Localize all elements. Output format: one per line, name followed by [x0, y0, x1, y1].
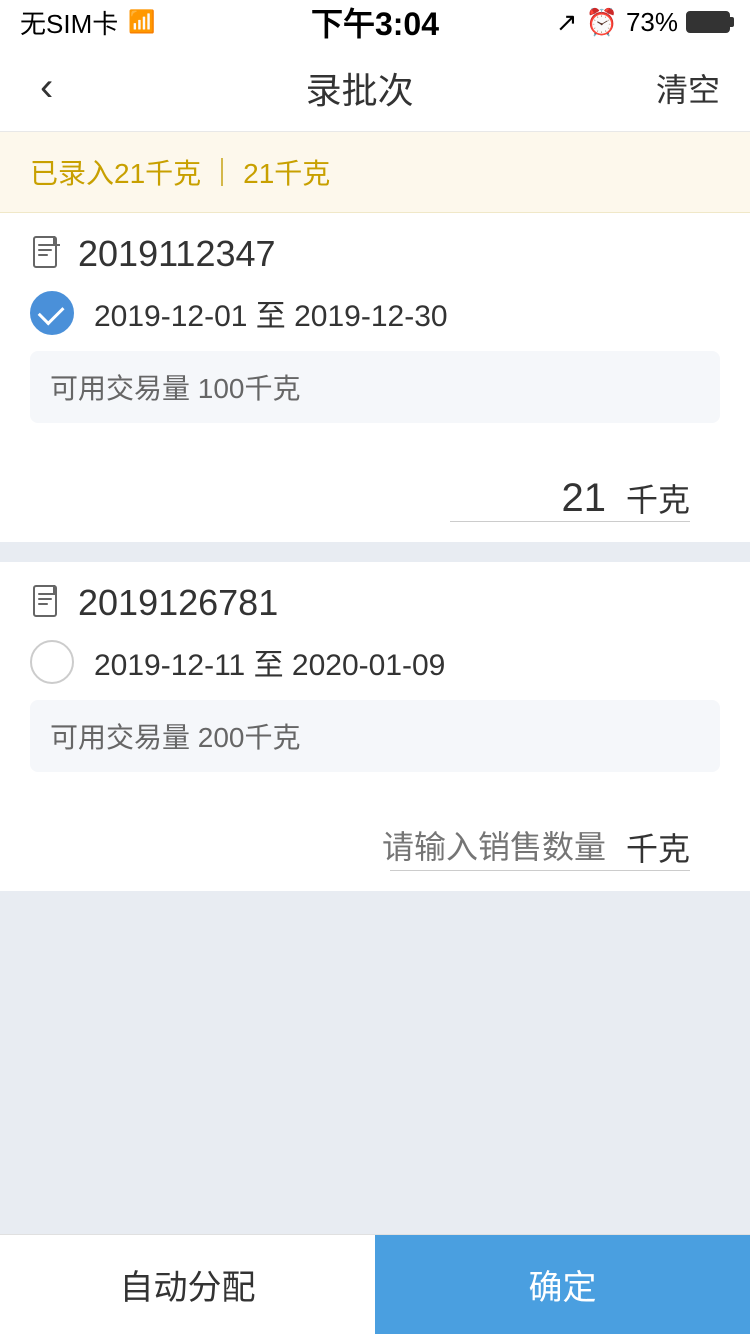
batch1-header: 2019112347 [30, 233, 720, 275]
clear-button[interactable]: 清空 [656, 65, 720, 111]
bottom-pad [0, 891, 750, 1291]
batch2-date-range: 2019-12-11 至 2020-01-09 [94, 640, 445, 684]
info-banner: 已录入21千克 21千克 [0, 132, 750, 213]
batch2-id: 2019126781 [78, 582, 278, 624]
batch2-input-row: 千克 [30, 808, 720, 870]
batch1-qty-divider [450, 521, 690, 522]
batch2-radio[interactable] [30, 640, 74, 684]
batch1-qty-row: 21 千克 [30, 459, 720, 521]
bottom-bar: 自动分配 确定 [0, 1234, 750, 1334]
batch1-radio-row[interactable]: 2019-12-01 至 2019-12-30 [30, 291, 720, 335]
banner-divider [221, 158, 223, 186]
wifi-icon: 📶 [128, 9, 155, 35]
batch2-qty-input[interactable] [60, 829, 606, 866]
status-left: 无SIM卡 📶 [20, 4, 156, 41]
auto-distribute-button[interactable]: 自动分配 [0, 1235, 375, 1334]
batch1-qty-section: 21 千克 [0, 459, 750, 542]
section-separator [0, 542, 750, 562]
sim-text: 无SIM卡 [20, 4, 118, 41]
batch-item-1: 2019112347 2019-12-01 至 2019-12-30 可用交易量… [0, 213, 750, 459]
batch2-input-section: 千克 [0, 808, 750, 891]
batch-item-2: 2019126781 2019-12-11 至 2020-01-09 可用交易量… [0, 562, 750, 808]
confirm-button[interactable]: 确定 [375, 1235, 750, 1334]
status-bar: 无SIM卡 📶 下午3:04 ↗ ⏰ 73% [0, 0, 750, 44]
batch2-input-divider [390, 870, 690, 871]
alarm-icon: ⏰ [586, 7, 618, 38]
nav-title: 录批次 [306, 62, 414, 114]
status-right: ↗ ⏰ 73% [556, 7, 730, 38]
batch1-avail: 可用交易量 100千克 [30, 351, 720, 423]
total-label: 21千克 [243, 152, 330, 192]
batch2-radio-row[interactable]: 2019-12-11 至 2020-01-09 [30, 640, 720, 684]
batch2-icon [30, 585, 66, 621]
batch1-icon [30, 236, 66, 272]
location-icon: ↗ [556, 7, 578, 38]
batch1-qty-unit: 千克 [626, 475, 690, 521]
batch2-qty-unit: 千克 [626, 824, 690, 870]
recorded-label: 已录入21千克 [30, 152, 201, 192]
batch1-id: 2019112347 [78, 233, 276, 275]
batch2-avail: 可用交易量 200千克 [30, 700, 720, 772]
batch2-header: 2019126781 [30, 582, 720, 624]
status-time: 下午3:04 [311, 0, 439, 45]
battery-text: 73% [626, 7, 678, 38]
battery-icon [686, 11, 730, 33]
batch1-date-range: 2019-12-01 至 2019-12-30 [94, 291, 448, 335]
batch1-radio[interactable] [30, 291, 74, 335]
nav-bar: ‹ 录批次 清空 [0, 44, 750, 132]
back-button[interactable]: ‹ [30, 55, 63, 120]
batch1-qty-value: 21 [561, 476, 606, 521]
